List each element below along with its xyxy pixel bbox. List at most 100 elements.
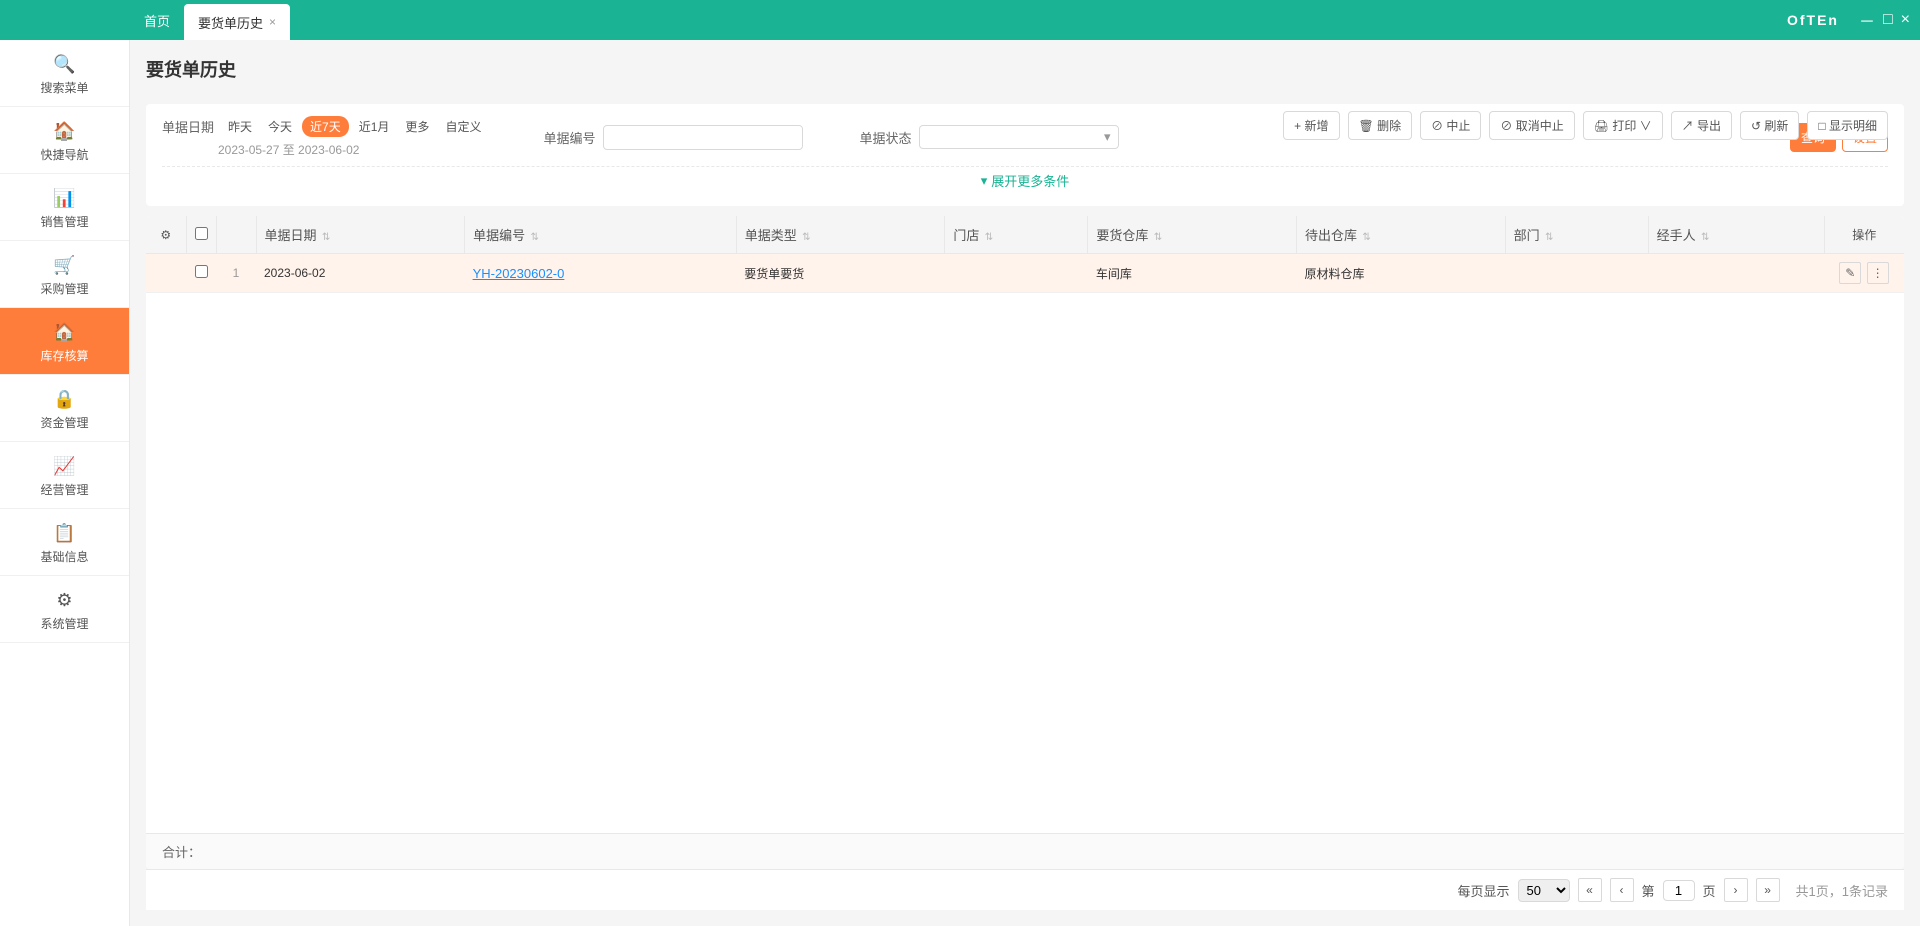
shortcut-more[interactable]: 更多	[399, 117, 435, 136]
maximize-icon[interactable]: □	[1883, 11, 1893, 29]
row-date: 2023-06-02	[256, 254, 465, 293]
footer-total-label: 合计：	[162, 845, 201, 860]
page-number-input[interactable]	[1663, 880, 1695, 901]
sidebar-item-finance[interactable]: 🔒 资金管理	[0, 375, 129, 442]
sidebar-item-label-inventory: 库存核算	[40, 347, 88, 364]
per-page-select[interactable]: 20 50 100	[1518, 879, 1570, 902]
sales-icon: 📊	[53, 188, 75, 209]
sort-store-icon[interactable]: ⇅	[985, 232, 993, 243]
shortcut-custom[interactable]: 自定义	[439, 117, 487, 136]
sort-docno-icon[interactable]: ⇅	[530, 232, 538, 243]
inventory-icon: 🏠	[53, 322, 75, 343]
sidebar-item-quick-nav[interactable]: 🏠 快捷导航	[0, 107, 129, 174]
docno-filter-label: 单据编号	[543, 128, 595, 147]
col-settings[interactable]: ⚙	[146, 216, 186, 254]
row-handler	[1648, 254, 1824, 293]
sidebar-item-label-basic-info: 基础信息	[40, 548, 88, 565]
refresh-button[interactable]: ↺ 刷新	[1740, 111, 1799, 140]
row-store	[945, 254, 1088, 293]
sidebar-item-label-sales: 销售管理	[40, 213, 88, 230]
first-page-btn[interactable]: «	[1578, 878, 1602, 902]
sort-handler-icon[interactable]: ⇅	[1701, 232, 1709, 243]
cancel-stop-button[interactable]: ⊘ 取消中止	[1489, 111, 1574, 140]
select-all-checkbox[interactable]	[195, 227, 208, 240]
next-page-btn[interactable]: ›	[1724, 878, 1748, 902]
row-towarehouse: 原材料仓库	[1297, 254, 1506, 293]
sidebar-item-search-menu[interactable]: 🔍 搜索菜单	[0, 40, 129, 107]
basic-info-icon: 📋	[53, 523, 75, 544]
sidebar-item-label-system: 系统管理	[40, 615, 88, 632]
date-shortcuts: 昨天 今天 近7天 近1月 更多 自定义	[222, 116, 487, 137]
shortcut-yesterday[interactable]: 昨天	[222, 117, 258, 136]
row-edit-icon[interactable]: ✎	[1839, 262, 1861, 284]
main-layout: 🔍 搜索菜单 🏠 快捷导航 📊 销售管理 🛒 采购管理 🏠 库存核算 🔒 资金管…	[0, 40, 1920, 926]
close-tab-icon[interactable]: ×	[269, 15, 276, 29]
row-settings	[146, 254, 186, 293]
window-close-icon[interactable]: ×	[1901, 11, 1910, 29]
sort-towh-icon[interactable]: ⇅	[1362, 232, 1370, 243]
print-button[interactable]: 🖨 打印 ∨	[1583, 111, 1663, 140]
sidebar-item-system[interactable]: ⚙ 系统管理	[0, 576, 129, 643]
window-controls: OfTEn － □ ×	[1787, 0, 1910, 40]
expand-more-button[interactable]: ▾ 展开更多条件	[162, 166, 1888, 194]
sort-dept-icon[interactable]: ⇅	[1545, 232, 1553, 243]
export-button[interactable]: ↗ 导出	[1671, 111, 1732, 140]
quick-nav-icon: 🏠	[53, 121, 75, 142]
system-icon: ⚙	[56, 590, 72, 611]
table-header-row: ⚙ 单据日期 ⇅ 单据编号 ⇅	[146, 216, 1904, 254]
sidebar: 🔍 搜索菜单 🏠 快捷导航 📊 销售管理 🛒 采购管理 🏠 库存核算 🔒 资金管…	[0, 40, 130, 926]
purchase-icon: 🛒	[53, 255, 75, 276]
row-docno-link[interactable]: YH-20230602-0	[473, 266, 565, 281]
sidebar-item-purchase[interactable]: 🛒 采购管理	[0, 241, 129, 308]
shortcut-today[interactable]: 今天	[262, 117, 298, 136]
page-suffix-label: 页	[1703, 881, 1716, 900]
delete-button[interactable]: 🗑 删除	[1348, 111, 1413, 140]
operations-icon: 📈	[53, 456, 75, 477]
sort-type-icon[interactable]: ⇅	[802, 232, 810, 243]
col-handler: 经手人 ⇅	[1648, 216, 1824, 254]
tab-yaohuodan[interactable]: 要货单历史 ×	[184, 4, 290, 40]
sidebar-item-label-quick-nav: 快捷导航	[40, 146, 88, 163]
docno-filter-input[interactable]	[603, 125, 803, 150]
sort-reqwh-icon[interactable]: ⇅	[1154, 232, 1162, 243]
sidebar-item-label-purchase: 采购管理	[40, 280, 88, 297]
prev-page-btn[interactable]: ‹	[1610, 878, 1634, 902]
stop-button[interactable]: ⊘ 中止	[1420, 111, 1481, 140]
col-dept: 部门 ⇅	[1505, 216, 1648, 254]
search-menu-icon: 🔍	[53, 54, 75, 75]
last-page-btn[interactable]: »	[1756, 878, 1780, 902]
row-checkbox[interactable]	[195, 265, 208, 278]
col-checkbox	[186, 216, 216, 254]
display-detail-button[interactable]: □ 显示明细	[1807, 111, 1888, 140]
sort-date-icon[interactable]: ⇅	[322, 232, 330, 243]
page-title: 要货单历史	[146, 56, 236, 82]
docno-filter-group: 单据编号	[543, 125, 803, 150]
shortcut-1month[interactable]: 近1月	[353, 117, 396, 136]
row-ops: ✎ ⋮	[1824, 254, 1904, 293]
page-header: 要货单历史 + 新增 🗑 删除 ⊘ 中止 ⊘ 取消中止 🖨 打印 ∨ ↗ 导出 …	[146, 56, 1904, 94]
sidebar-item-sales[interactable]: 📊 销售管理	[0, 174, 129, 241]
shortcut-7days[interactable]: 近7天	[302, 116, 349, 137]
row-number: 1	[216, 254, 256, 293]
date-filter-group: 单据日期 昨天 今天 近7天 近1月 更多 自定义 2023-05-27 至 2…	[162, 116, 487, 158]
main-table: ⚙ 单据日期 ⇅ 单据编号 ⇅	[146, 216, 1904, 293]
sidebar-item-basic-info[interactable]: 📋 基础信息	[0, 509, 129, 576]
row-dept	[1505, 254, 1648, 293]
sidebar-item-operations[interactable]: 📈 经营管理	[0, 442, 129, 509]
col-towarehouse: 待出仓库 ⇅	[1297, 216, 1506, 254]
toolbar: + 新增 🗑 删除 ⊘ 中止 ⊘ 取消中止 🖨 打印 ∨ ↗ 导出 ↺ 刷新 □…	[1283, 111, 1888, 140]
row-more-icon[interactable]: ⋮	[1867, 262, 1889, 284]
tab-home[interactable]: 首页	[130, 0, 184, 40]
sidebar-item-label-operations: 经营管理	[40, 481, 88, 498]
status-filter-group: 单据状态 ▾	[859, 125, 1119, 149]
sidebar-item-inventory[interactable]: 🏠 库存核算	[0, 308, 129, 375]
top-bar: 首页 要货单历史 × OfTEn － □ ×	[0, 0, 1920, 40]
brand-text: OfTEn	[1787, 12, 1839, 28]
finance-icon: 🔒	[53, 389, 75, 410]
table-spacer	[146, 293, 1904, 833]
row-checkbox-cell	[186, 254, 216, 293]
col-store: 门店 ⇅	[945, 216, 1088, 254]
minimize-icon[interactable]: －	[1859, 8, 1875, 32]
new-button[interactable]: + 新增	[1283, 111, 1339, 140]
status-filter-select[interactable]: ▾	[919, 125, 1119, 149]
